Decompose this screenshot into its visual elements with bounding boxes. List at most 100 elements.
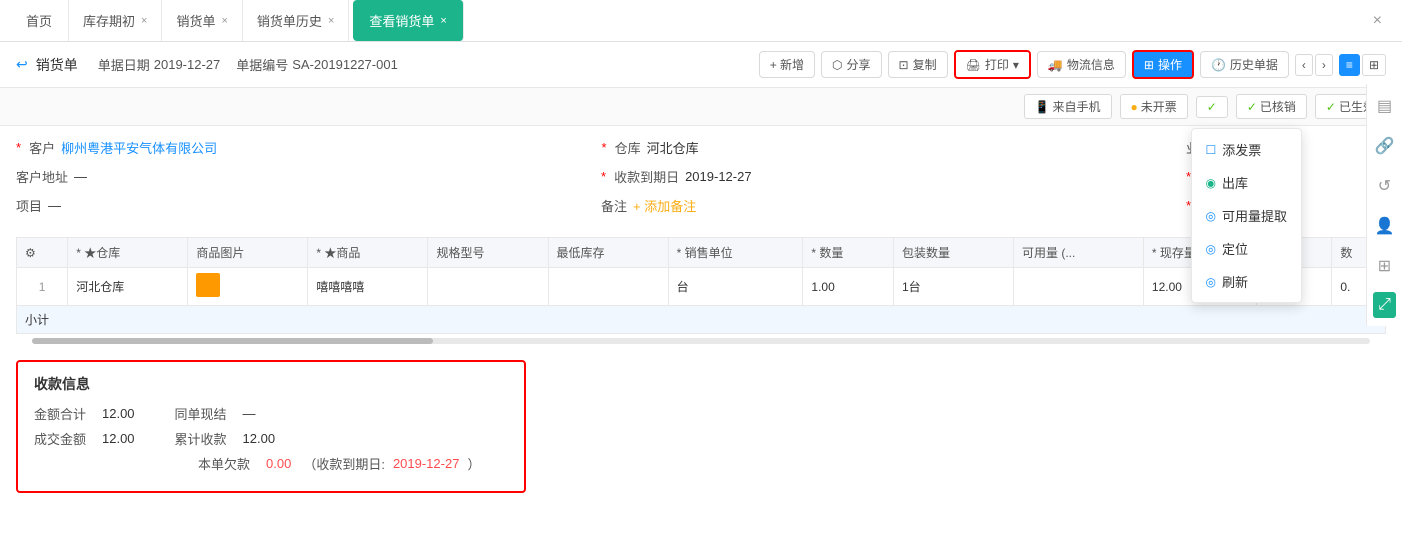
accumulated-item: 累计收款 12.00: [175, 429, 276, 448]
row-qty: 1.00: [803, 268, 894, 306]
balance-due-date: 2019-12-27: [393, 456, 460, 471]
row-product-img: [188, 268, 308, 306]
operate-button[interactable]: ⊞ 操作: [1132, 50, 1194, 79]
dropdown-available-qty[interactable]: ◎ 可用量提取: [1192, 199, 1302, 232]
verified-icon: ✓: [1247, 100, 1257, 114]
col-product-img: 商品图片: [188, 238, 308, 268]
doc-title-section: ↩ 销货单 单据日期 2019-12-27 单据编号 SA-20191227-0…: [16, 55, 398, 75]
balance-note-end: ）: [467, 454, 480, 473]
tab-sales[interactable]: 销货单 ×: [162, 0, 242, 41]
verified-label: 已核销: [1260, 98, 1296, 115]
payment-row-1: 金额合计 12.00 同单现结 —: [34, 404, 508, 423]
sidebar-icon-5[interactable]: ⊞: [1374, 252, 1395, 280]
product-image: [196, 273, 220, 297]
gear-icon: ⚙: [25, 246, 36, 260]
col-settings[interactable]: ⚙: [17, 238, 68, 268]
col-amount-label: 数: [1340, 246, 1352, 260]
from-phone-button[interactable]: 📱 来自手机: [1024, 94, 1112, 119]
share-label: 分享: [847, 56, 871, 73]
table-scrollbar[interactable]: [32, 338, 1370, 344]
prev-button[interactable]: ‹: [1295, 54, 1313, 76]
tab-sales-history[interactable]: 销货单历史 ×: [243, 0, 349, 41]
same-order-item: 同单现结 —: [175, 404, 256, 423]
row-warehouse: 河北仓库: [68, 268, 188, 306]
sidebar-icon-3[interactable]: ↺: [1374, 172, 1395, 200]
subtotal-label: 小计: [17, 306, 1386, 334]
same-order-label: 同单现结: [175, 404, 235, 423]
print-button[interactable]: 🖨 打印 ▾: [954, 50, 1031, 79]
logistics-button[interactable]: 🚚 物流信息: [1037, 51, 1126, 78]
number-value: SA-20191227-001: [292, 57, 398, 72]
sidebar-icon-4[interactable]: 👤: [1371, 212, 1399, 240]
product-table: ⚙ * ★仓库 商品图片 * ★商品 规格型号 最低库存 * 销售单位 * 数量…: [16, 237, 1386, 334]
history-icon: 🕐: [1211, 58, 1226, 72]
col-unit: * 销售单位: [668, 238, 803, 268]
tab-inventory-close[interactable]: ×: [141, 15, 147, 27]
row-product: 嘻嘻嘻嘻: [308, 268, 428, 306]
note-label: 备注: [601, 196, 627, 215]
form-row-3: 项目 — 备注 添加备注 * 业务员孟 —: [16, 196, 1386, 215]
address-field: 客户地址 —: [16, 167, 216, 186]
check-button[interactable]: ✓: [1196, 96, 1228, 118]
not-open-button[interactable]: ● 未开票: [1120, 94, 1188, 119]
tab-home-label: 首页: [26, 11, 52, 30]
note-field: 备注 添加备注: [601, 196, 801, 215]
scrollbar-thumb[interactable]: [32, 338, 433, 344]
tab-inventory[interactable]: 库存期初 ×: [69, 0, 162, 41]
print-icon: 🖨: [966, 58, 981, 72]
tab-home[interactable]: 首页: [10, 0, 69, 41]
share-button[interactable]: ⬡ 分享: [821, 51, 882, 78]
copy-button[interactable]: ⊡ 复制: [888, 51, 948, 78]
window-close-button[interactable]: ×: [1363, 12, 1392, 30]
new-button[interactable]: + 新增: [759, 51, 815, 78]
verified-badge[interactable]: ✓ 已核销: [1236, 94, 1307, 119]
address-value: —: [74, 169, 87, 184]
total-amount-label: 金额合计: [34, 404, 94, 423]
print-label: 打印: [985, 56, 1009, 73]
logistics-icon: 🚚: [1048, 58, 1063, 72]
address-label: 客户地址: [16, 167, 68, 186]
new-label: + 新增: [770, 56, 804, 73]
col-qty: * 数量: [803, 238, 894, 268]
sidebar-icon-1[interactable]: ▤: [1373, 92, 1396, 120]
doc-type-icon: ↩: [16, 56, 28, 73]
add-note-button[interactable]: 添加备注: [633, 196, 696, 215]
tab-sales-close[interactable]: ×: [221, 15, 227, 27]
tab-sales-history-close[interactable]: ×: [328, 15, 334, 27]
dropdown-locate[interactable]: ◎ 定位: [1192, 232, 1302, 265]
tab-view-sales[interactable]: 查看销货单 ×: [353, 0, 463, 41]
tab-view-sales-close[interactable]: ×: [440, 15, 446, 27]
dropdown-add-invoice[interactable]: ☐ 添发票: [1192, 133, 1302, 166]
not-open-label: 未开票: [1141, 98, 1177, 115]
sidebar-icon-2[interactable]: 🔗: [1371, 132, 1399, 160]
table-row: 1 河北仓库 嘻嘻嘻嘻 台 1.00 1台 12.00: [17, 268, 1386, 306]
view-toggle: ≡ ⊞: [1339, 54, 1386, 76]
sidebar-icon-expand[interactable]: ⤢: [1373, 292, 1396, 318]
grid-view-button[interactable]: ⊞: [1362, 54, 1386, 76]
payment-date-required: *: [601, 169, 606, 184]
col-warehouse-label: * ★仓库: [76, 246, 120, 260]
project-label: 项目: [16, 196, 42, 215]
payment-section: 收款信息 金额合计 12.00 同单现结 — 成交金额 12.00 累计收款: [16, 360, 526, 493]
dropdown-refresh[interactable]: ◎ 刷新: [1192, 265, 1302, 298]
locate-icon: ◎: [1206, 242, 1216, 256]
locate-label: 定位: [1222, 239, 1248, 258]
warehouse-field: * 仓库 河北仓库: [602, 138, 802, 157]
col-pack-qty: 包装数量: [893, 238, 1013, 268]
doc-date-label: 单据日期 2019-12-27: [98, 55, 221, 74]
next-button[interactable]: ›: [1315, 54, 1333, 76]
tab-bar: 首页 库存期初 × 销货单 × 销货单历史 × 查看销货单 × ×: [0, 0, 1402, 42]
customer-value[interactable]: 柳州粤港平安气体有限公司: [61, 138, 217, 157]
operate-icon: ⊞: [1144, 58, 1154, 72]
operate-label: 操作: [1158, 56, 1182, 73]
row-spec: [428, 268, 548, 306]
form-row-2: 客户地址 — * 收款到期日 2019-12-27 * 票据类型 不开票: [16, 167, 1386, 186]
refresh-icon: ◎: [1206, 275, 1216, 289]
history-button[interactable]: 🕐 历史单据: [1200, 51, 1289, 78]
payment-date-label: 收款到期日: [614, 167, 679, 186]
balance-label: 本单欠款: [198, 454, 258, 473]
sub-action-bar: 📱 来自手机 ● 未开票 ✓ ✓ 已核销 ✓ 已生效: [0, 88, 1402, 126]
list-view-button[interactable]: ≡: [1339, 54, 1360, 76]
dropdown-outbound[interactable]: ◉ 出库: [1192, 166, 1302, 199]
row-min-stock: [548, 268, 668, 306]
